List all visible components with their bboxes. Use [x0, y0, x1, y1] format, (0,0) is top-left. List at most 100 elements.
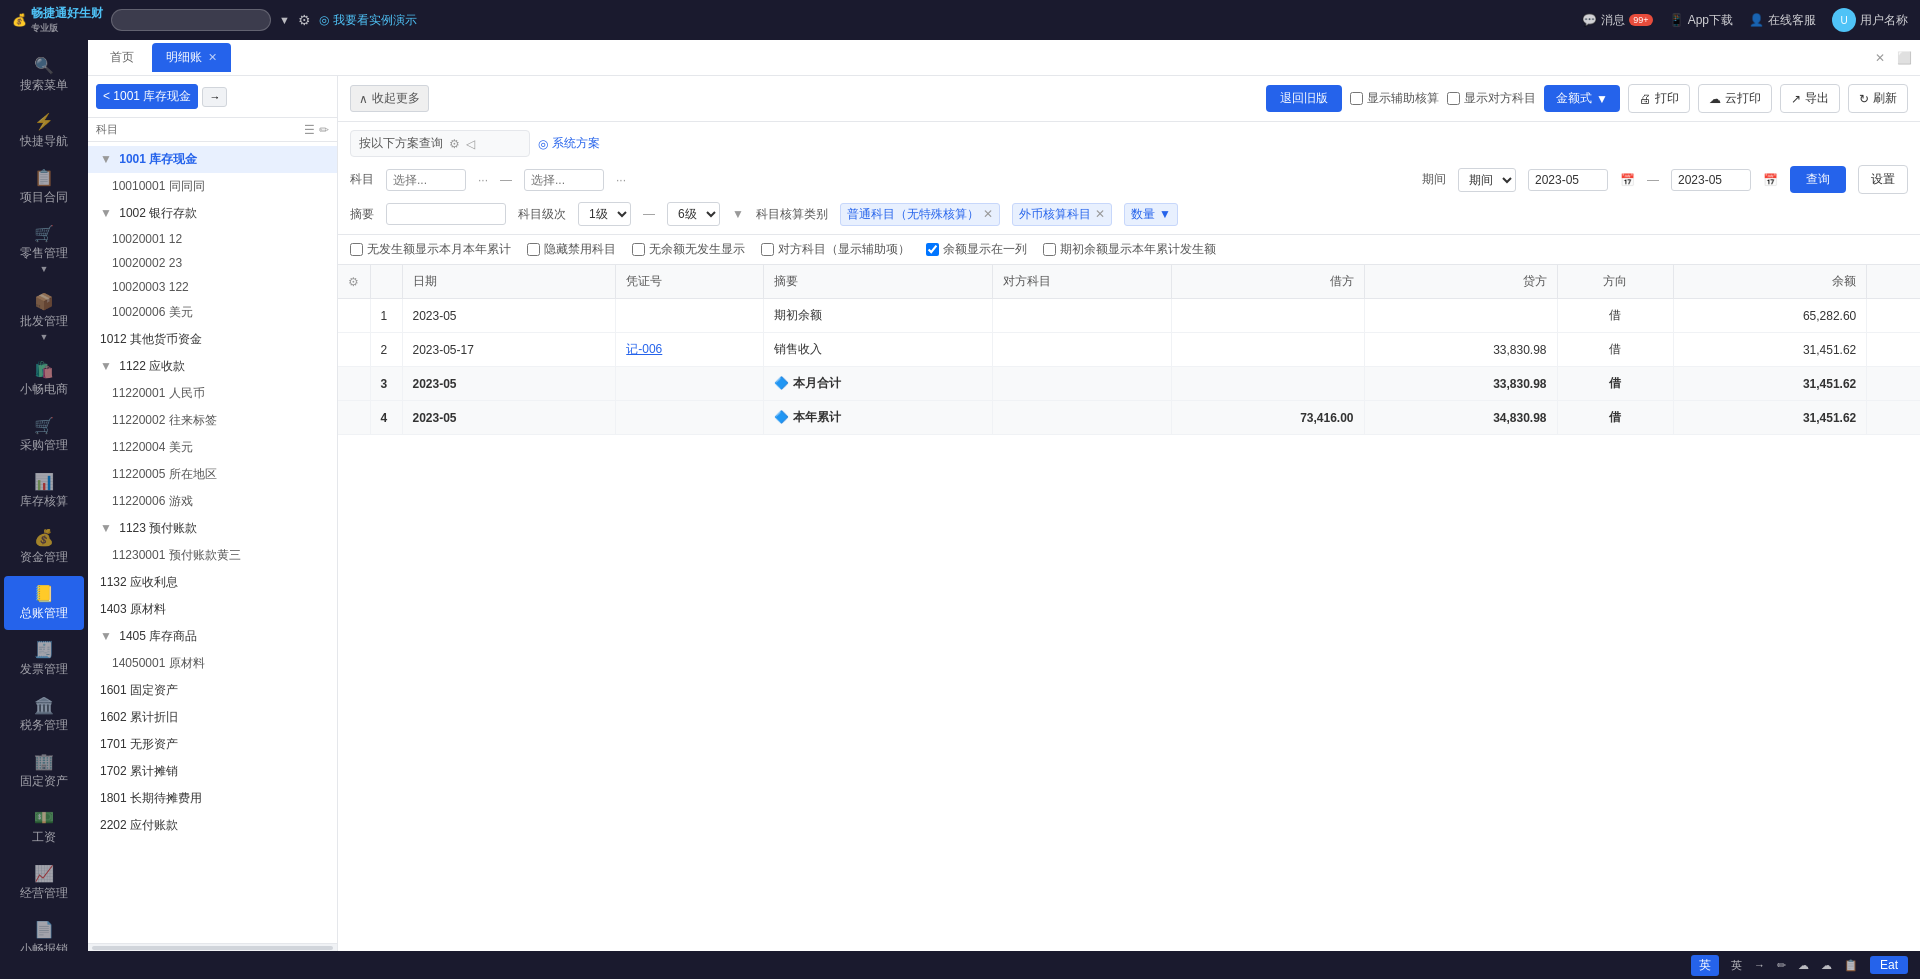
hide-disabled-checkbox[interactable] — [527, 243, 540, 256]
tree-item-10020006[interactable]: 10020006 美元 — [88, 299, 337, 326]
tree-list-icon[interactable]: ☰ — [304, 123, 315, 137]
no-balance-hide-checkbox[interactable] — [632, 243, 645, 256]
tree-nav-current-btn[interactable]: < 1001 库存现金 — [96, 84, 198, 109]
tree-item-11220001[interactable]: 11220001 人民币 — [88, 380, 337, 407]
online-service-btn[interactable]: 👤 在线客服 — [1749, 12, 1816, 29]
level-start-select[interactable]: 1级 2级 3级 — [578, 202, 631, 226]
bottom-icon-1[interactable]: 英 — [1731, 958, 1742, 973]
messages-btn[interactable]: 💬 消息 99+ — [1582, 12, 1652, 29]
translate-btn[interactable]: 英 — [1691, 955, 1719, 976]
topbar-search-input[interactable] — [111, 9, 271, 31]
tree-item-10020001[interactable]: 10020001 12 — [88, 227, 337, 251]
print-btn[interactable]: 🖨 打印 — [1628, 84, 1690, 113]
system-scheme-label[interactable]: 系统方案 — [552, 135, 600, 152]
sidebar-item-ledger[interactable]: 📒 总账管理 — [4, 576, 84, 630]
collapse-more-btn[interactable]: ∧ 收起更多 — [350, 85, 429, 112]
tree-item-1601[interactable]: 1601 固定资产 — [88, 677, 337, 704]
tree-item-1001[interactable]: ▼ 1001 库存现金 — [88, 146, 337, 173]
eat-btn[interactable]: Eat — [1870, 956, 1908, 974]
filter-settings-btn[interactable]: 设置 — [1858, 165, 1908, 194]
row2-voucher[interactable]: 记-006 — [616, 333, 764, 367]
bottom-cloud-icon-2[interactable]: ☁ — [1821, 959, 1832, 972]
sidebar-item-quick[interactable]: ⚡ 快捷导航 — [4, 104, 84, 158]
sidebar-item-tax[interactable]: 🏛️ 税务管理 — [4, 688, 84, 742]
tree-item-1002[interactable]: ▼ 1002 银行存款 — [88, 200, 337, 227]
scheme-collapse-icon[interactable]: ◁ — [466, 137, 475, 151]
topbar-gear-icon[interactable]: ⚙ — [298, 12, 311, 28]
sidebar-item-salary[interactable]: 💵 工资 — [4, 800, 84, 854]
tag-foreign-close-icon[interactable]: ✕ — [1095, 207, 1105, 221]
show-opposite-sub-label[interactable]: 对方科目（显示辅助项） — [761, 241, 910, 258]
tab-close-icon[interactable]: ✕ — [208, 51, 217, 64]
tree-item-1405[interactable]: ▼ 1405 库存商品 — [88, 623, 337, 650]
sidebar-item-inventory[interactable]: 📊 库存核算 — [4, 464, 84, 518]
back-to-old-btn[interactable]: 退回旧版 — [1266, 85, 1342, 112]
export-btn[interactable]: ↗ 导出 — [1780, 84, 1840, 113]
sidebar-item-invoice[interactable]: 🧾 发票管理 — [4, 632, 84, 686]
window-minimize-icon[interactable]: ✕ — [1875, 51, 1885, 65]
tree-item-11220006[interactable]: 11220006 游戏 — [88, 488, 337, 515]
tree-nav-forward-btn[interactable]: → — [202, 87, 227, 107]
period-begin-show-checkbox[interactable] — [1043, 243, 1056, 256]
period-mode-select[interactable]: 期间 — [1458, 168, 1516, 192]
tree-item-1701[interactable]: 1701 无形资产 — [88, 731, 337, 758]
period-end-input[interactable] — [1671, 169, 1751, 191]
cloud-print-btn[interactable]: ☁ 云打印 — [1698, 84, 1772, 113]
period-end-calendar-icon[interactable]: 📅 — [1763, 173, 1778, 187]
level-dropdown-icon[interactable]: ▼ — [732, 207, 744, 221]
balance-one-col-checkbox[interactable] — [926, 243, 939, 256]
topbar-dropdown-icon[interactable]: ▼ — [279, 14, 290, 26]
tree-item-1801[interactable]: 1801 长期待摊费用 — [88, 785, 337, 812]
tree-item-10020002[interactable]: 10020002 23 — [88, 251, 337, 275]
tree-item-1122[interactable]: ▼ 1122 应收款 — [88, 353, 337, 380]
tree-item-1123[interactable]: ▼ 1123 预付账款 — [88, 515, 337, 542]
bottom-icon-arrow[interactable]: → — [1754, 959, 1765, 971]
bottom-cloud-icon-1[interactable]: ☁ — [1798, 959, 1809, 972]
bottom-clipboard-icon[interactable]: 📋 — [1844, 959, 1858, 972]
tab-detail-ledger[interactable]: 明细账 ✕ — [152, 43, 231, 72]
no-balance-show-checkbox[interactable] — [350, 243, 363, 256]
sidebar-item-operations[interactable]: 📈 经营管理 — [4, 856, 84, 910]
no-balance-show-label[interactable]: 无发生额显示本月本年累计 — [350, 241, 511, 258]
show-aux-check-label[interactable]: 显示辅助核算 — [1350, 90, 1439, 107]
tree-edit-icon[interactable]: ✏ — [319, 123, 329, 137]
no-balance-hide-label[interactable]: 无余额无发生显示 — [632, 241, 745, 258]
tree-scroll-bar[interactable] — [88, 943, 337, 951]
tab-home[interactable]: 首页 — [96, 43, 148, 72]
sidebar-item-project[interactable]: 📋 项目合同 — [4, 160, 84, 214]
sidebar-item-capital[interactable]: 💰 资金管理 — [4, 520, 84, 574]
tree-item-11230001[interactable]: 11230001 预付账款黄三 — [88, 542, 337, 569]
tag-foreign[interactable]: 外币核算科目 ✕ — [1012, 203, 1112, 226]
hide-disabled-label[interactable]: 隐藏禁用科目 — [527, 241, 616, 258]
subject-end-input[interactable] — [524, 169, 604, 191]
sidebar-item-assets[interactable]: 🏢 固定资产 — [4, 744, 84, 798]
app-download-btn[interactable]: 📱 App下载 — [1669, 12, 1733, 29]
tree-item-10020003[interactable]: 10020003 122 — [88, 275, 337, 299]
user-area[interactable]: U 用户名称 — [1832, 8, 1908, 32]
level-end-select[interactable]: 6级 5级 — [667, 202, 720, 226]
period-start-input[interactable] — [1528, 169, 1608, 191]
sidebar-item-sales-report[interactable]: 📄 小畅报销 — [4, 912, 84, 951]
tree-item-1403[interactable]: 1403 原材料 — [88, 596, 337, 623]
tag-normal[interactable]: 普通科目（无特殊核算） ✕ — [840, 203, 1000, 226]
summary-input[interactable] — [386, 203, 506, 225]
tree-item-1702[interactable]: 1702 累计摊销 — [88, 758, 337, 785]
balance-one-col-label[interactable]: 余额显示在一列 — [926, 241, 1027, 258]
tree-item-11220002[interactable]: 11220002 往来标签 — [88, 407, 337, 434]
tree-item-1602[interactable]: 1602 累计折旧 — [88, 704, 337, 731]
sidebar-item-search[interactable]: 🔍 搜索菜单 — [4, 48, 84, 102]
tree-item-1012[interactable]: 1012 其他货币资金 — [88, 326, 337, 353]
tree-item-11220005[interactable]: 11220005 所在地区 — [88, 461, 337, 488]
bottom-edit-icon[interactable]: ✏ — [1777, 959, 1786, 972]
tree-item-11220004[interactable]: 11220004 美元 — [88, 434, 337, 461]
query-btn[interactable]: 查询 — [1790, 166, 1846, 193]
refresh-btn[interactable]: ↻ 刷新 — [1848, 84, 1908, 113]
col-header-gear[interactable]: ⚙ — [338, 265, 370, 299]
sidebar-item-wholesale[interactable]: 📦 批发管理 ▼ — [4, 284, 84, 350]
sidebar-item-retail[interactable]: 🛒 零售管理 ▼ — [4, 216, 84, 282]
show-opposite-check-label[interactable]: 显示对方科目 — [1447, 90, 1536, 107]
show-opposite-sub-checkbox[interactable] — [761, 243, 774, 256]
period-begin-show-label[interactable]: 期初余额显示本年累计发生额 — [1043, 241, 1216, 258]
tag-normal-close-icon[interactable]: ✕ — [983, 207, 993, 221]
window-maximize-icon[interactable]: ⬜ — [1897, 51, 1912, 65]
